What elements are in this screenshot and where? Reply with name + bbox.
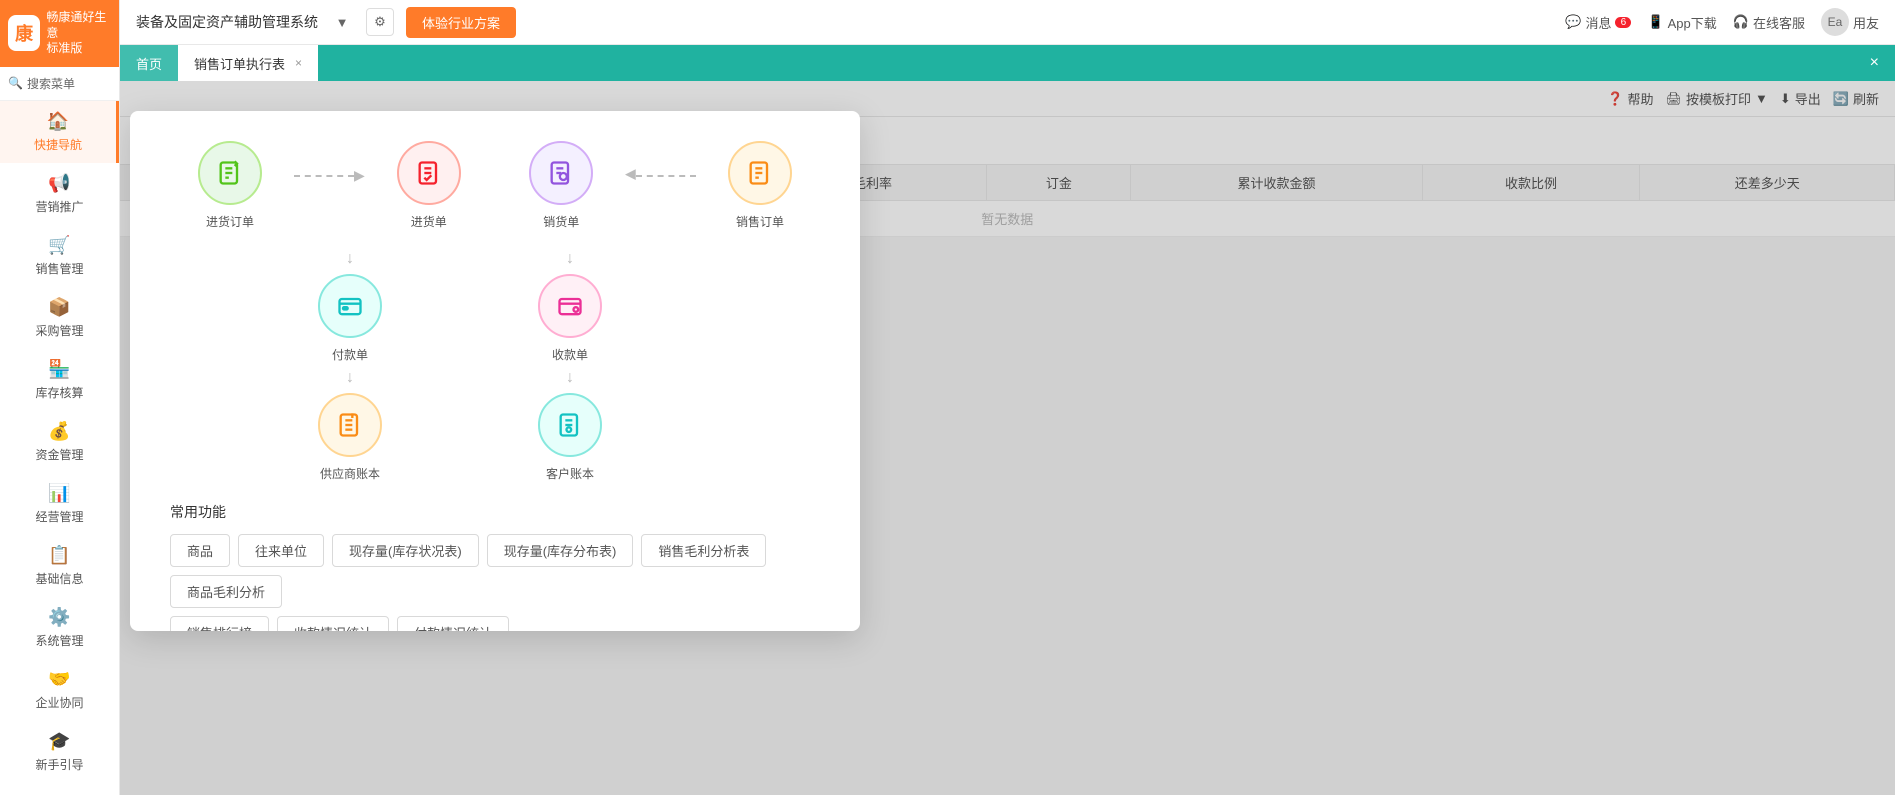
- main-area: 装备及固定资产辅助管理系统 ▼ ⚙ 体验行业方案 💬 消息 6 📱 App下载 …: [120, 0, 1895, 795]
- payment-icon: [318, 274, 382, 338]
- nav-icon: 📋: [48, 545, 70, 566]
- sidebar-item-base[interactable]: 📋 基础信息: [0, 535, 119, 597]
- nav-icon: 💰: [48, 421, 70, 442]
- tab-home[interactable]: 首页: [120, 45, 178, 81]
- customer-account-icon: [538, 393, 602, 457]
- sidebar: 康 畅康通好生意 标准版 🔍 搜索菜单 🏠 快捷导航 📢 营销推广 🛒 销售管理: [0, 0, 120, 795]
- func-btn-sales-profit[interactable]: 销售毛利分析表: [641, 534, 766, 567]
- online-service-btn[interactable]: 🎧 在线客服: [1733, 13, 1805, 32]
- func-btn-receipt-stat[interactable]: 收款情况统计: [277, 616, 389, 631]
- tabbar: 首页 销售订单执行表 × ×: [120, 45, 1895, 81]
- system-title: 装备及固定资产辅助管理系统: [136, 12, 318, 32]
- func-btn-payment-stat[interactable]: 付款情况统计: [397, 616, 509, 631]
- logo-text: 畅康通好生意 标准版: [46, 10, 111, 57]
- sales-bill-label: 销货单: [543, 213, 579, 230]
- arrow-purchase-order-to-bill: ▶: [290, 167, 369, 184]
- experience-btn[interactable]: 体验行业方案: [406, 7, 516, 38]
- app-download-btn[interactable]: 📱 App下载: [1647, 13, 1716, 32]
- sidebar-item-sales[interactable]: 🛒 销售管理: [0, 225, 119, 287]
- function-buttons-row2: 销售排行榜 收款情况统计 付款情况统计: [170, 616, 820, 631]
- arrow-down-sales-bill: ↓: [566, 250, 574, 268]
- purchase-order-label: 进货订单: [206, 213, 254, 230]
- sales-order-icon: [728, 141, 792, 205]
- message-icon: 💬: [1565, 14, 1581, 30]
- flow-node-payment: 付款单: [290, 274, 410, 363]
- settings-btn[interactable]: ⚙: [366, 8, 394, 36]
- topbar: 装备及固定资产辅助管理系统 ▼ ⚙ 体验行业方案 💬 消息 6 📱 App下载 …: [120, 0, 1895, 45]
- sidebar-item-quick-nav[interactable]: 🏠 快捷导航: [0, 101, 119, 163]
- sales-order-label: 销售订单: [736, 213, 784, 230]
- supplier-account-label: 供应商账本: [320, 465, 380, 482]
- flow-node-purchase-bill: 进货单: [369, 141, 489, 230]
- purchase-order-icon: [198, 141, 262, 205]
- func-btn-sales-rank[interactable]: 销售排行榜: [170, 616, 269, 631]
- content-area: ❓ 帮助 🖨 按模板打印 ▼ ⬇ 导出 🔄 刷新: [120, 81, 1895, 795]
- message-badge: 6: [1615, 17, 1631, 28]
- nav-icon: 🏠: [47, 111, 69, 132]
- common-functions-title: 常用功能: [170, 502, 820, 522]
- func-btn-stock-status[interactable]: 现存量(库存状况表): [332, 534, 479, 567]
- nav-icon: 🤝: [48, 669, 70, 690]
- flow-node-supplier-account: 供应商账本: [290, 393, 410, 482]
- payment-label: 付款单: [332, 346, 368, 363]
- topbar-right: 💬 消息 6 📱 App下载 🎧 在线客服 Ea 用友: [1565, 8, 1879, 36]
- common-functions: 常用功能 商品 往来单位 现存量(库存状况表) 现存量(库存分布表) 销售毛利分…: [170, 502, 820, 631]
- purchase-bill-icon: [397, 141, 461, 205]
- sidebar-item-finance[interactable]: 💰 资金管理: [0, 411, 119, 473]
- arrow-sales-order-to-bill: ▶: [621, 167, 700, 184]
- logo-icon: 康: [8, 15, 40, 51]
- receipt-label: 收款单: [552, 346, 588, 363]
- receipt-icon: [538, 274, 602, 338]
- sidebar-item-purchase[interactable]: 📦 采购管理: [0, 287, 119, 349]
- flow-node-purchase-order: 进货订单: [170, 141, 290, 230]
- func-btn-product[interactable]: 商品: [170, 534, 230, 567]
- sidebar-item-marketing[interactable]: 📢 营销推广: [0, 163, 119, 225]
- sidebar-item-enterprise[interactable]: 🤝 企业协同: [0, 659, 119, 721]
- flow-node-sales-bill: 销货单: [501, 141, 621, 230]
- sidebar-search[interactable]: 🔍 搜索菜单: [0, 67, 119, 101]
- app-download-icon: 📱: [1647, 14, 1663, 30]
- user-avatar: Ea: [1821, 8, 1849, 36]
- sidebar-item-system[interactable]: ⚙️ 系统管理: [0, 597, 119, 659]
- sales-bill-icon: [529, 141, 593, 205]
- nav-icon: ⚙️: [48, 607, 70, 628]
- tab-sales-order-exec[interactable]: 销售订单执行表 ×: [178, 45, 318, 81]
- function-buttons: 商品 往来单位 现存量(库存状况表) 现存量(库存分布表) 销售毛利分析表 商品…: [170, 534, 820, 608]
- flow-section: 进货订单 ▶ 进货单: [170, 141, 820, 482]
- func-btn-stock-dist[interactable]: 现存量(库存分布表): [487, 534, 634, 567]
- search-icon: 🔍: [8, 76, 23, 90]
- nav-icon: 🛒: [48, 235, 70, 256]
- sidebar-logo: 康 畅康通好生意 标准版: [0, 0, 119, 67]
- nav-icon: 🏪: [48, 359, 70, 380]
- tab-close-icon[interactable]: ×: [295, 56, 302, 70]
- supplier-account-icon: [318, 393, 382, 457]
- flow-node-sales-order: 销售订单: [700, 141, 820, 230]
- flow-node-receipt: 收款单: [510, 274, 630, 363]
- sidebar-item-operation[interactable]: 📊 经营管理: [0, 473, 119, 535]
- service-icon: 🎧: [1733, 14, 1749, 30]
- system-dropdown[interactable]: ▼: [330, 10, 354, 34]
- nav-icon: 🎓: [48, 731, 70, 752]
- sidebar-nav: 🏠 快捷导航 📢 营销推广 🛒 销售管理 📦 采购管理 🏪 库存核算 💰: [0, 101, 119, 795]
- arrow-down-payment: ↓: [346, 369, 354, 387]
- message-btn[interactable]: 💬 消息 6: [1565, 13, 1631, 32]
- nav-icon: 📦: [48, 297, 70, 318]
- flow-node-customer-account: 客户账本: [510, 393, 630, 482]
- nav-icon: 📊: [48, 483, 70, 504]
- customer-account-label: 客户账本: [546, 465, 594, 482]
- sidebar-item-newbie[interactable]: 🎓 新手引导: [0, 721, 119, 783]
- arrow-down-receipt: ↓: [566, 369, 574, 387]
- quick-nav-modal: 进货订单 ▶ 进货单: [130, 111, 860, 631]
- nav-icon: 📢: [48, 173, 70, 194]
- arrow-down-purchase: ↓: [346, 250, 354, 268]
- user-info[interactable]: Ea 用友: [1821, 8, 1879, 36]
- tab-close-main[interactable]: ×: [1854, 54, 1895, 72]
- sidebar-item-inventory[interactable]: 🏪 库存核算: [0, 349, 119, 411]
- func-btn-partner[interactable]: 往来单位: [238, 534, 324, 567]
- purchase-bill-label: 进货单: [411, 213, 447, 230]
- modal-overlay: 进货订单 ▶ 进货单: [120, 81, 1895, 795]
- func-btn-product-profit[interactable]: 商品毛利分析: [170, 575, 282, 608]
